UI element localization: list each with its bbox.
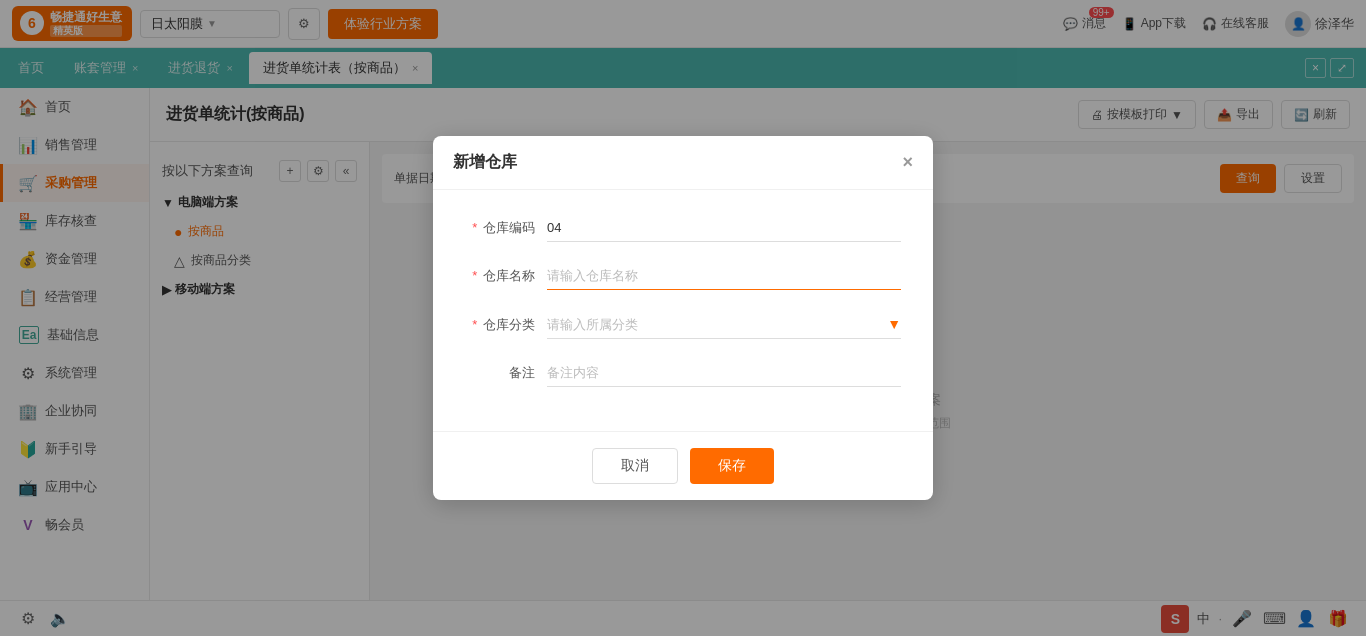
name-label: * 仓库名称: [465, 267, 535, 285]
warehouse-code-input[interactable]: [547, 214, 901, 242]
cancel-button[interactable]: 取消: [592, 448, 678, 484]
category-dropdown-icon: ▼: [887, 316, 901, 332]
form-row-name: * 仓库名称: [465, 262, 901, 290]
remark-input[interactable]: [547, 359, 901, 387]
name-required-mark: *: [472, 268, 477, 283]
form-row-remark: 备注: [465, 359, 901, 387]
category-required-mark: *: [472, 317, 477, 332]
warehouse-name-input[interactable]: [547, 262, 901, 290]
modal-overlay[interactable]: 新增仓库 × * 仓库编码 * 仓库名称: [0, 0, 1366, 636]
code-required-mark: *: [472, 220, 477, 235]
modal-footer: 取消 保存: [433, 431, 933, 500]
remark-label: 备注: [465, 364, 535, 382]
modal-new-warehouse: 新增仓库 × * 仓库编码 * 仓库名称: [433, 136, 933, 500]
code-label: * 仓库编码: [465, 219, 535, 237]
modal-title: 新增仓库: [453, 152, 517, 173]
form-row-code: * 仓库编码: [465, 214, 901, 242]
category-select-row[interactable]: ▼: [547, 310, 901, 339]
modal-body: * 仓库编码 * 仓库名称 * 仓库分类: [433, 190, 933, 431]
modal-close-button[interactable]: ×: [902, 152, 913, 173]
category-input[interactable]: [547, 317, 887, 332]
modal-header: 新增仓库 ×: [433, 136, 933, 190]
category-label: * 仓库分类: [465, 316, 535, 334]
save-button[interactable]: 保存: [690, 448, 774, 484]
form-row-category: * 仓库分类 ▼: [465, 310, 901, 339]
